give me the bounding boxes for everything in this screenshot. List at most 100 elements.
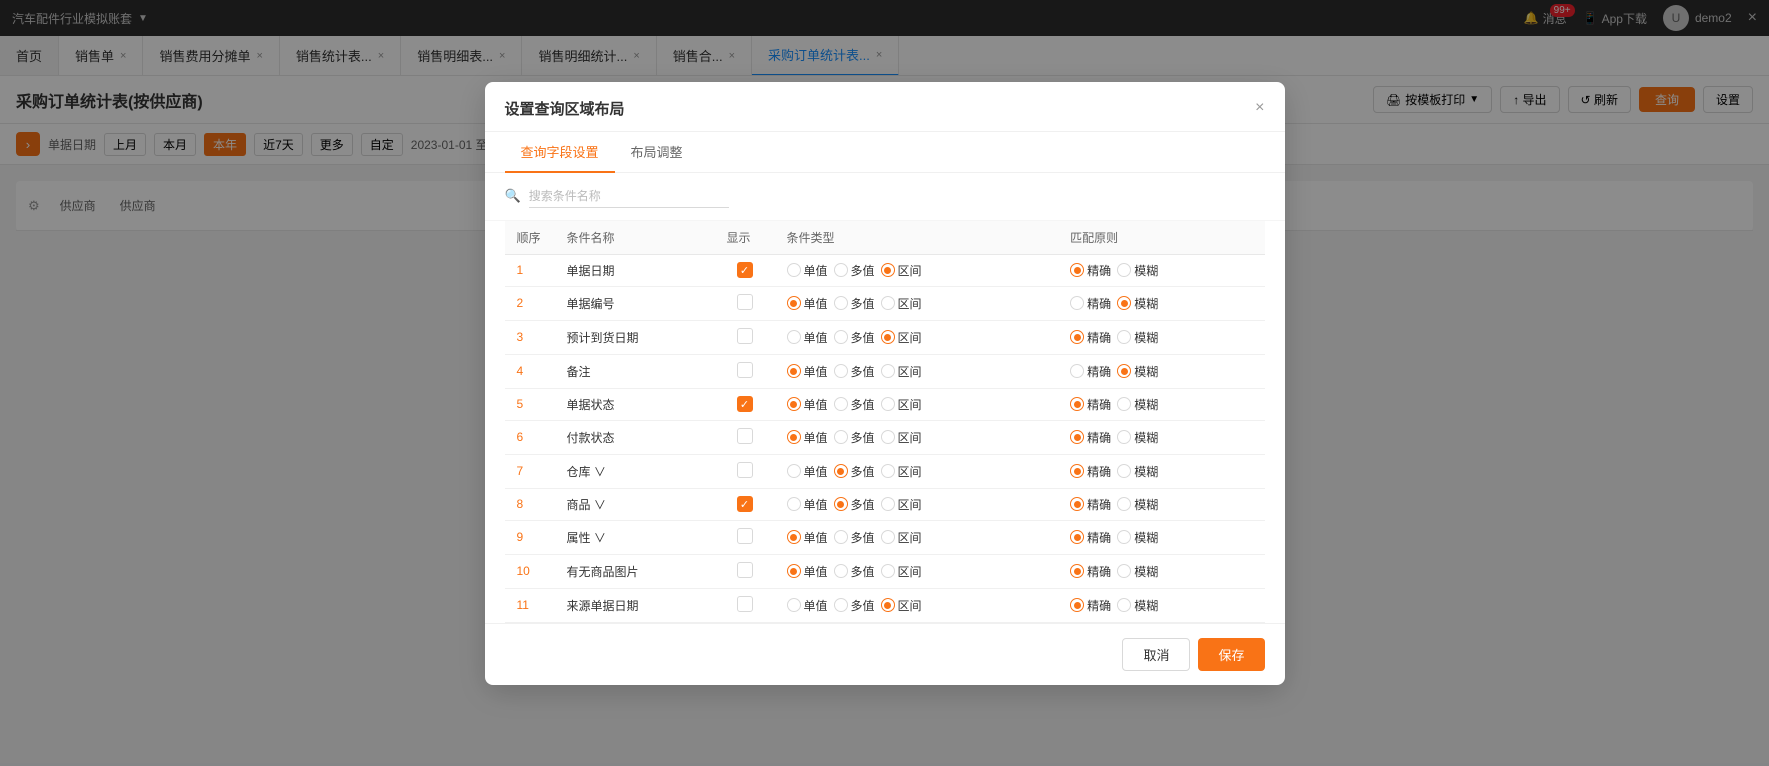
type-radio-item[interactable]: 多值	[834, 329, 875, 346]
match-radio-item[interactable]: 模糊	[1117, 463, 1158, 480]
match-radio-item[interactable]: 精确	[1070, 429, 1111, 446]
row-show[interactable]	[715, 520, 775, 554]
type-radio-item[interactable]: 单值	[787, 262, 828, 279]
type-radio-item[interactable]: 单值	[787, 429, 828, 446]
search-box: 🔍	[485, 173, 1285, 221]
row-show[interactable]	[715, 286, 775, 320]
show-checkbox[interactable]	[737, 462, 753, 478]
show-checkbox[interactable]	[737, 362, 753, 378]
type-radio-item[interactable]: 区间	[881, 295, 922, 312]
match-radio-item[interactable]: 精确	[1070, 529, 1111, 546]
type-radio-item[interactable]: 多值	[834, 529, 875, 546]
radio-label: 区间	[898, 463, 922, 480]
type-radio-item[interactable]: 单值	[787, 563, 828, 580]
show-checkbox[interactable]	[737, 562, 753, 578]
match-radio-item[interactable]: 模糊	[1117, 563, 1158, 580]
match-radio-item[interactable]: 精确	[1070, 597, 1111, 614]
match-radio-item[interactable]: 模糊	[1117, 363, 1158, 380]
type-radio-item[interactable]: 多值	[834, 563, 875, 580]
show-checkbox[interactable]	[737, 528, 753, 544]
type-radio-item[interactable]: 多值	[834, 295, 875, 312]
type-radio-item[interactable]: 区间	[881, 463, 922, 480]
match-radio-item[interactable]: 模糊	[1117, 496, 1158, 513]
row-seq: 7	[505, 454, 555, 488]
row-show[interactable]	[715, 254, 775, 286]
match-radio-item[interactable]: 模糊	[1117, 329, 1158, 346]
cancel-button[interactable]: 取消	[1122, 638, 1190, 671]
row-show[interactable]	[715, 554, 775, 588]
radio-circle-icon	[1117, 330, 1131, 344]
show-checkbox[interactable]	[737, 496, 753, 512]
type-radio-item[interactable]: 区间	[881, 262, 922, 279]
match-radio-item[interactable]: 精确	[1070, 496, 1111, 513]
show-checkbox[interactable]	[737, 428, 753, 444]
type-radio-item[interactable]: 单值	[787, 363, 828, 380]
type-radio-item[interactable]: 区间	[881, 563, 922, 580]
modal-header: 设置查询区域布局 ×	[485, 82, 1285, 132]
type-radio-item[interactable]: 区间	[881, 597, 922, 614]
show-checkbox[interactable]	[737, 294, 753, 310]
type-radio-item[interactable]: 区间	[881, 396, 922, 413]
type-radio-item[interactable]: 单值	[787, 496, 828, 513]
show-checkbox[interactable]	[737, 396, 753, 412]
type-radio-item[interactable]: 单值	[787, 463, 828, 480]
tab-field-settings[interactable]: 查询字段设置	[505, 132, 615, 173]
row-name: 付款状态	[555, 420, 715, 454]
row-seq: 5	[505, 388, 555, 420]
match-radio-item[interactable]: 模糊	[1117, 529, 1158, 546]
type-radio-item[interactable]: 区间	[881, 429, 922, 446]
match-radio-item[interactable]: 模糊	[1117, 262, 1158, 279]
row-show[interactable]	[715, 454, 775, 488]
match-radio-item[interactable]: 精确	[1070, 463, 1111, 480]
show-checkbox[interactable]	[737, 262, 753, 278]
radio-label: 模糊	[1134, 597, 1158, 614]
match-radio-item[interactable]: 精确	[1070, 363, 1111, 380]
search-input[interactable]	[529, 185, 729, 208]
type-radio-item[interactable]: 单值	[787, 529, 828, 546]
match-radio-item[interactable]: 模糊	[1117, 597, 1158, 614]
type-radio-item[interactable]: 单值	[787, 329, 828, 346]
row-show[interactable]	[715, 488, 775, 520]
radio-label: 区间	[898, 597, 922, 614]
show-checkbox[interactable]	[737, 596, 753, 612]
type-radio-item[interactable]: 多值	[834, 262, 875, 279]
modal-tabs: 查询字段设置 布局调整	[485, 132, 1285, 173]
type-radio-item[interactable]: 多值	[834, 597, 875, 614]
row-match: 精确 模糊	[1058, 588, 1264, 622]
modal-close-button[interactable]: ×	[1255, 100, 1264, 116]
row-show[interactable]	[715, 588, 775, 622]
radio-circle-icon	[881, 364, 895, 378]
match-radio-item[interactable]: 精确	[1070, 329, 1111, 346]
type-radio-item[interactable]: 区间	[881, 329, 922, 346]
row-show[interactable]	[715, 420, 775, 454]
type-radio-item[interactable]: 单值	[787, 295, 828, 312]
type-radio-item[interactable]: 多值	[834, 463, 875, 480]
type-radio-item[interactable]: 单值	[787, 396, 828, 413]
save-button[interactable]: 保存	[1198, 638, 1264, 671]
show-checkbox[interactable]	[737, 328, 753, 344]
radio-circle-icon	[1117, 464, 1131, 478]
match-radio-item[interactable]: 精确	[1070, 396, 1111, 413]
type-radio-item[interactable]: 区间	[881, 496, 922, 513]
type-radio-item[interactable]: 多值	[834, 429, 875, 446]
type-radio-item[interactable]: 多值	[834, 496, 875, 513]
row-show[interactable]	[715, 320, 775, 354]
type-radio-item[interactable]: 单值	[787, 597, 828, 614]
type-radio-item[interactable]: 区间	[881, 529, 922, 546]
type-radio-item[interactable]: 区间	[881, 363, 922, 380]
match-radio-item[interactable]: 模糊	[1117, 429, 1158, 446]
match-radio-item[interactable]: 精确	[1070, 295, 1111, 312]
match-radio-item[interactable]: 精确	[1070, 563, 1111, 580]
row-show[interactable]	[715, 354, 775, 388]
type-radio-item[interactable]: 多值	[834, 396, 875, 413]
radio-label: 多值	[851, 295, 875, 312]
match-radio-item[interactable]: 模糊	[1117, 396, 1158, 413]
match-radio-item[interactable]: 精确	[1070, 262, 1111, 279]
match-radio-item[interactable]: 模糊	[1117, 295, 1158, 312]
row-show[interactable]	[715, 388, 775, 420]
tab-layout-adjust[interactable]: 布局调整	[615, 132, 699, 173]
radio-label: 多值	[851, 429, 875, 446]
radio-label: 单值	[804, 329, 828, 346]
radio-circle-icon	[834, 397, 848, 411]
type-radio-item[interactable]: 多值	[834, 363, 875, 380]
